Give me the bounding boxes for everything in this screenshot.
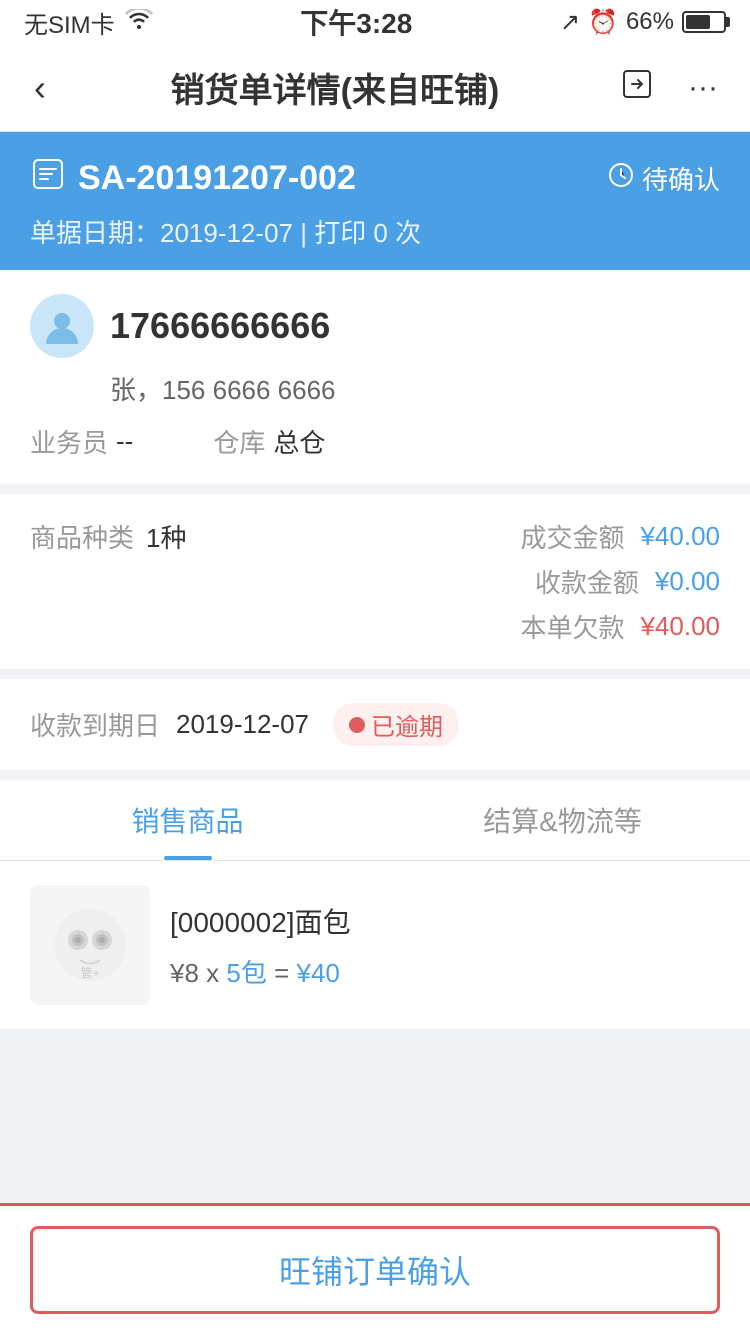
order-status: 待确认 (608, 160, 720, 197)
order-id-row: SA-20191207-002 待确认 (30, 156, 720, 201)
battery-icon (682, 11, 726, 33)
product-name: [0000002]面包 (170, 901, 720, 941)
status-time: 下午3:28 (300, 2, 412, 42)
back-button[interactable]: ‹ (24, 57, 56, 119)
product-price: ¥8 x 5包 = ¥40 (170, 953, 720, 990)
order-header: SA-20191207-002 待确认 单据日期：2019-12-07 | 打印… (0, 132, 750, 270)
wifi-icon (125, 8, 153, 36)
product-item: 管+ [0000002]面包 ¥8 x 5包 = ¥40 (0, 861, 750, 1030)
warehouse-value: 总仓 (273, 423, 325, 460)
overdue-dot-icon (349, 717, 365, 733)
alarm-icon: ⏰ (588, 8, 618, 37)
tab-sales-label: 销售商品 (131, 800, 243, 840)
amount-row-2: 本单欠款 ¥40.00 (520, 608, 720, 645)
overdue-label: 已逾期 (371, 707, 443, 742)
status-left: 无SIM卡 (24, 5, 153, 40)
amount-label-0: 成交金额 (520, 518, 624, 555)
product-type-value: 1种 (146, 518, 186, 555)
more-button[interactable]: ··· (680, 63, 726, 113)
nav-bar: ‹ 销货单详情(来自旺铺) ··· (0, 44, 750, 132)
nav-actions: ··· (614, 61, 726, 115)
tab-underline (164, 856, 212, 860)
tab-sales-products[interactable]: 销售商品 (0, 780, 375, 860)
amount-row-1: 收款金额 ¥0.00 (535, 563, 720, 600)
product-thumbnail: 管+ (30, 885, 150, 1005)
warehouse-info: 仓库 总仓 (213, 423, 325, 460)
amount-label-2: 本单欠款 (520, 608, 624, 645)
order-icon (30, 156, 66, 201)
warehouse-label: 仓库 (213, 423, 265, 460)
confirm-order-button[interactable]: 旺铺订单确认 (30, 1226, 720, 1314)
tab-settlement-label: 结算&物流等 (483, 800, 642, 840)
amount-label-1: 收款金额 (535, 563, 639, 600)
order-date: 单据日期：2019-12-07 | 打印 0 次 (30, 213, 720, 250)
order-id: SA-20191207-002 (30, 156, 356, 201)
location-icon: ↗ (560, 8, 580, 37)
confirm-button-container: 旺铺订单确认 (0, 1203, 750, 1334)
product-equals: = (267, 958, 297, 988)
tab-settlement[interactable]: 结算&物流等 (375, 780, 750, 860)
summary-row: 商品种类 1种 成交金额 ¥40.00 收款金额 ¥0.00 本单欠款 ¥40.… (30, 518, 720, 645)
product-unit-price: ¥8 x (170, 958, 226, 988)
share-button[interactable] (614, 61, 660, 115)
due-date-value: 2019-12-07 (176, 709, 309, 740)
carrier-text: 无SIM卡 (24, 5, 115, 40)
svg-text:管+: 管+ (80, 965, 99, 980)
product-qty: 5包 (226, 958, 266, 988)
customer-card: 17666666666 张，156 6666 6666 业务员 -- 仓库 总仓 (0, 270, 750, 484)
amount-row-0: 成交金额 ¥40.00 (520, 518, 720, 555)
product-type-label: 商品种类 (30, 518, 134, 555)
due-label: 收款到期日 (30, 706, 160, 743)
sales-label: 业务员 (30, 423, 108, 460)
status-right: ↗ ⏰ 66% (560, 8, 726, 37)
order-id-text: SA-20191207-002 (78, 159, 356, 198)
product-type: 商品种类 1种 (30, 518, 186, 555)
overdue-badge: 已逾期 (333, 703, 459, 746)
clock-icon (608, 162, 634, 195)
status-bar: 无SIM卡 下午3:28 ↗ ⏰ 66% (0, 0, 750, 44)
amounts: 成交金额 ¥40.00 收款金额 ¥0.00 本单欠款 ¥40.00 (520, 518, 720, 645)
status-text: 待确认 (642, 160, 720, 197)
customer-phone: 17666666666 (110, 305, 330, 347)
page-title: 销货单详情(来自旺铺) (171, 63, 500, 112)
customer-name: 张，156 6666 6666 (30, 370, 720, 407)
customer-meta: 业务员 -- 仓库 总仓 (30, 423, 720, 460)
product-details: [0000002]面包 ¥8 x 5包 = ¥40 (170, 901, 720, 990)
battery-text: 66% (626, 8, 674, 36)
tabs-bar: 销售商品 结算&物流等 (0, 780, 750, 861)
amount-value-0: ¥40.00 (640, 521, 720, 552)
sales-info: 业务员 -- (30, 423, 133, 460)
products-section: 管+ [0000002]面包 ¥8 x 5包 = ¥40 (0, 861, 750, 1030)
due-date-card: 收款到期日 2019-12-07 已逾期 (0, 679, 750, 770)
customer-row: 17666666666 (30, 294, 720, 358)
summary-card: 商品种类 1种 成交金额 ¥40.00 收款金额 ¥0.00 本单欠款 ¥40.… (0, 494, 750, 669)
sales-value: -- (116, 426, 133, 457)
product-total: ¥40 (296, 958, 339, 988)
amount-value-2: ¥40.00 (640, 611, 720, 642)
amount-value-1: ¥0.00 (655, 566, 720, 597)
avatar (30, 294, 94, 358)
